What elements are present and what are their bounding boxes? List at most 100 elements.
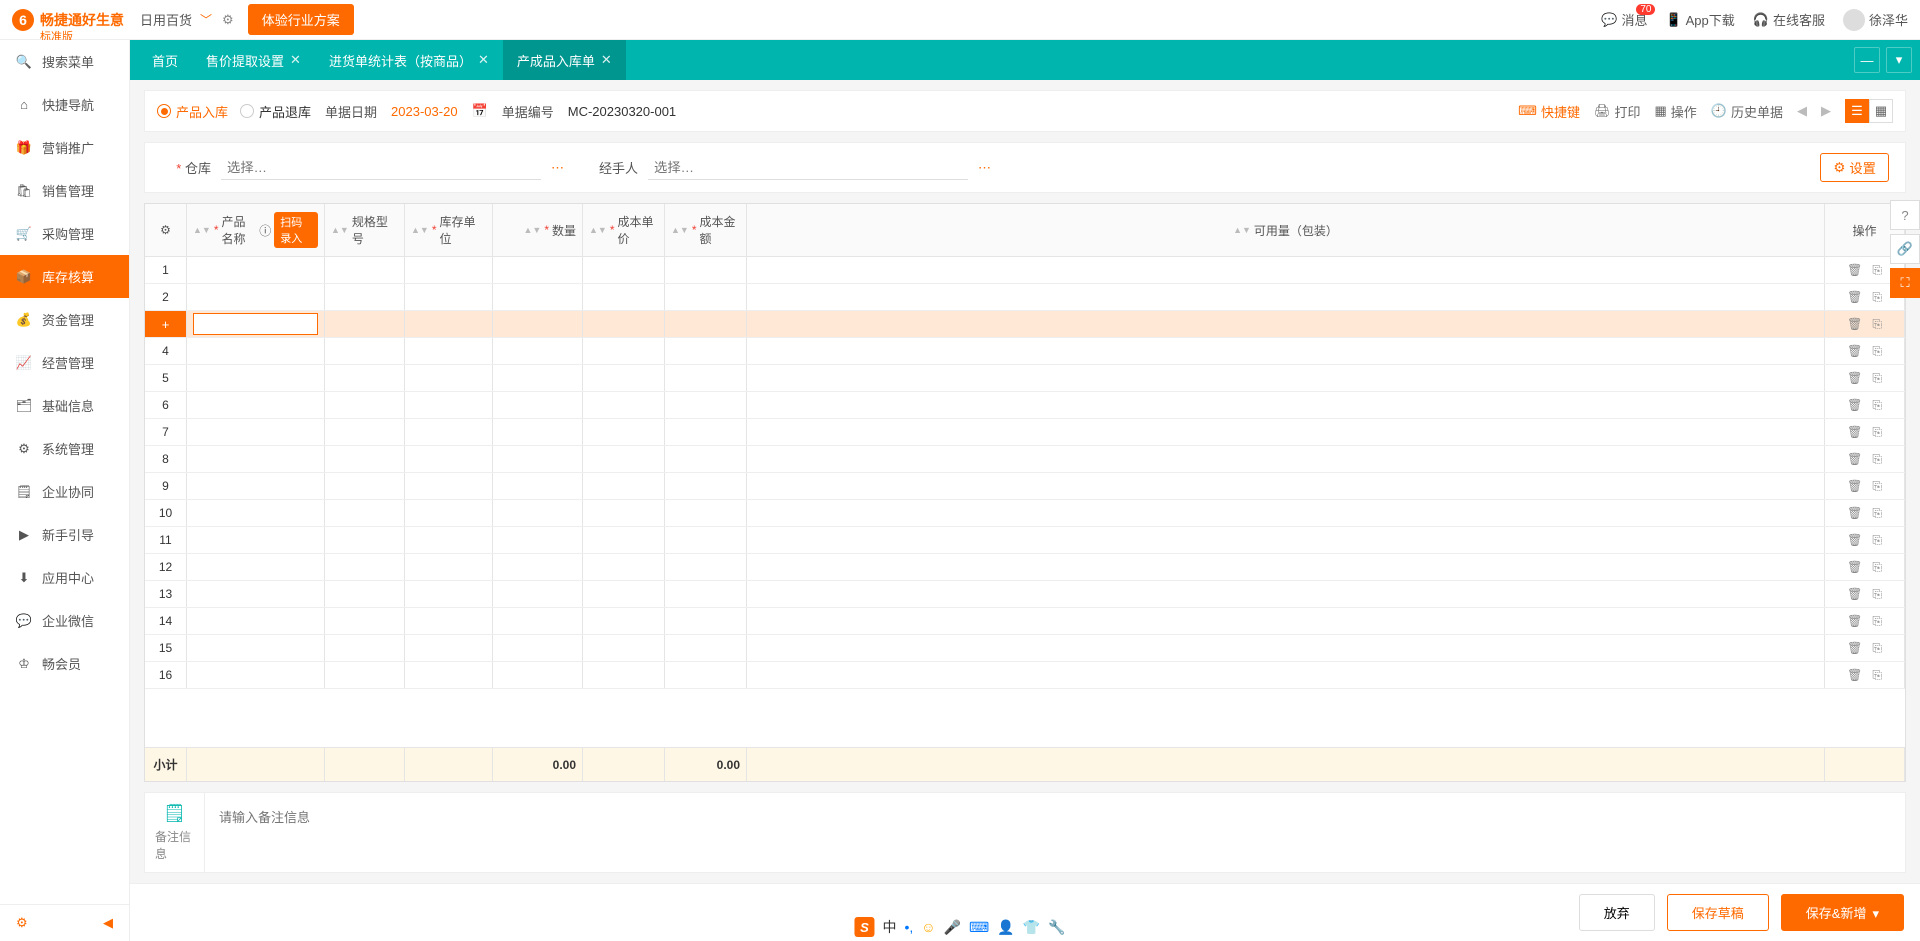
copy-icon[interactable]: ⎘ [1872,452,1882,467]
dock-link-icon[interactable]: 🔗 [1890,234,1920,264]
copy-icon[interactable]: ⎘ [1872,398,1882,413]
sidebar-item-11[interactable]: ▶新手引导 [0,513,129,556]
delete-icon[interactable]: 🗑 [1847,317,1862,331]
copy-icon[interactable]: ⎘ [1872,560,1882,575]
remark-input[interactable] [205,793,1905,872]
ime-account-icon[interactable]: 👤 [997,919,1014,936]
tab-1[interactable]: 售价提取设置✕ [192,40,315,80]
col-product-name[interactable]: ▲▼*产品名称ⓘ扫码录入 [187,204,325,256]
sidebar-item-1[interactable]: ⌂快捷导航 [0,83,129,126]
delete-icon[interactable]: 🗑 [1847,641,1862,655]
cta-button[interactable]: 体验行业方案 [248,4,354,35]
copy-icon[interactable]: ⎘ [1872,587,1882,602]
warehouse-more-icon[interactable]: ⋯ [551,160,564,176]
ime-keyboard-icon[interactable]: ⌨ [969,919,989,936]
delete-icon[interactable]: 🗑 [1847,506,1862,520]
close-icon[interactable]: ✕ [290,52,301,68]
tab-2[interactable]: 进货单统计表（按商品）✕ [315,40,503,80]
download-link[interactable]: 📱 App下载 [1665,10,1734,29]
table-row[interactable]: 11🗑⎘ [145,527,1905,554]
sidebar-item-6[interactable]: 💰资金管理 [0,298,129,341]
table-row[interactable]: 10🗑⎘ [145,500,1905,527]
copy-icon[interactable]: ⎘ [1872,317,1882,332]
delete-icon[interactable]: 🗑 [1847,587,1862,601]
delete-icon[interactable]: 🗑 [1847,533,1862,547]
table-row[interactable]: 2🗑⎘ [145,284,1905,311]
delete-icon[interactable]: 🗑 [1847,614,1862,628]
table-row[interactable]: 8🗑⎘ [145,446,1905,473]
delete-icon[interactable]: 🗑 [1847,344,1862,358]
sidebar-item-12[interactable]: ⬇应用中心 [0,556,129,599]
close-icon[interactable]: ✕ [478,52,489,68]
sidebar-item-0[interactable]: 🔍搜索菜单 [0,40,129,83]
copy-icon[interactable]: ⎘ [1872,425,1882,440]
delete-icon[interactable]: 🗑 [1847,479,1862,493]
doc-date-value[interactable]: 2023-03-20 [391,104,458,119]
discard-button[interactable]: 放弃 [1579,894,1655,931]
product-name-input[interactable] [193,313,318,335]
sidebar-item-4[interactable]: 🛒采购管理 [0,212,129,255]
sidebar-item-14[interactable]: ♔畅会员 [0,642,129,685]
dock-expand-icon[interactable]: ⛶ [1890,268,1920,298]
tab-0[interactable]: 首页 [138,40,192,80]
copy-icon[interactable]: ⎘ [1872,290,1882,305]
settings-button[interactable]: ⚙ 设置 [1820,153,1889,182]
add-row-icon[interactable]: + [157,315,175,333]
ime-emoji-icon[interactable]: ☺ [921,919,935,935]
sidebar-item-2[interactable]: 🎁营销推广 [0,126,129,169]
ime-lang-icon[interactable]: 中 [882,917,896,937]
table-row[interactable]: + 🗑 ⎘ [145,311,1905,338]
copy-icon[interactable]: ⎘ [1872,371,1882,386]
warehouse-input[interactable] [221,156,541,180]
delete-icon[interactable]: 🗑 [1847,452,1862,466]
col-settings[interactable]: ⚙ [145,204,187,256]
list-view-button[interactable]: ☰ [1845,99,1869,123]
table-row[interactable]: 15🗑⎘ [145,635,1905,662]
sidebar-item-7[interactable]: 📈经营管理 [0,341,129,384]
ime-skin-icon[interactable]: 👕 [1023,919,1040,936]
handler-more-icon[interactable]: ⋯ [978,160,991,176]
radio-product-out[interactable]: 产品退库 [240,102,311,121]
prev-icon[interactable]: ◀ [1797,103,1807,119]
operate-link[interactable]: ▦ 操作 [1654,102,1696,121]
support-link[interactable]: 🎧 在线客服 [1753,10,1825,29]
table-row[interactable]: 9🗑⎘ [145,473,1905,500]
table-row[interactable]: 4🗑⎘ [145,338,1905,365]
sidebar-item-13[interactable]: 💬企业微信 [0,599,129,642]
delete-icon[interactable]: 🗑 [1847,263,1862,277]
save-new-button[interactable]: 保存&新增▾ [1781,894,1904,931]
gear-icon[interactable]: ⚙ [222,12,234,28]
delete-icon[interactable]: 🗑 [1847,425,1862,439]
col-spec[interactable]: ▲▼规格型号 [325,204,405,256]
copy-icon[interactable]: ⎘ [1872,533,1882,548]
handler-input[interactable] [648,156,968,180]
tabbar-menu-button[interactable]: ▾ [1886,47,1912,73]
delete-icon[interactable]: 🗑 [1847,290,1862,304]
save-draft-button[interactable]: 保存草稿 [1667,894,1769,931]
ime-punct-icon[interactable]: •, [904,919,913,935]
table-row[interactable]: 6🗑⎘ [145,392,1905,419]
table-row[interactable]: 7🗑⎘ [145,419,1905,446]
close-icon[interactable]: ✕ [601,52,612,68]
table-row[interactable]: 5🗑⎘ [145,365,1905,392]
copy-icon[interactable]: ⎘ [1872,263,1882,278]
delete-icon[interactable]: 🗑 [1847,398,1862,412]
tab-3[interactable]: 产成品入库单✕ [503,40,626,80]
calendar-icon[interactable]: 📅 [472,103,488,119]
grid-view-button[interactable]: ▦ [1869,99,1893,123]
ime-tool-icon[interactable]: 🔧 [1048,919,1065,936]
shortcut-link[interactable]: ⌨ 快捷键 [1518,102,1580,121]
dock-help-icon[interactable]: ? [1890,200,1920,230]
copy-icon[interactable]: ⎘ [1872,614,1882,629]
delete-icon[interactable]: 🗑 [1847,560,1862,574]
sidebar-collapse-icon[interactable]: ◀ [103,915,113,931]
delete-icon[interactable]: 🗑 [1847,371,1862,385]
next-icon[interactable]: ▶ [1821,103,1831,119]
messages-link[interactable]: 💬 消息 70 [1601,10,1647,29]
col-amount[interactable]: ▲▼*成本金额 [665,204,747,256]
user-menu[interactable]: 徐泽华 [1843,9,1908,31]
copy-icon[interactable]: ⎘ [1872,344,1882,359]
history-link[interactable]: 🕘 历史单据 [1711,102,1783,121]
delete-icon[interactable]: 🗑 [1847,668,1862,682]
copy-icon[interactable]: ⎘ [1872,641,1882,656]
